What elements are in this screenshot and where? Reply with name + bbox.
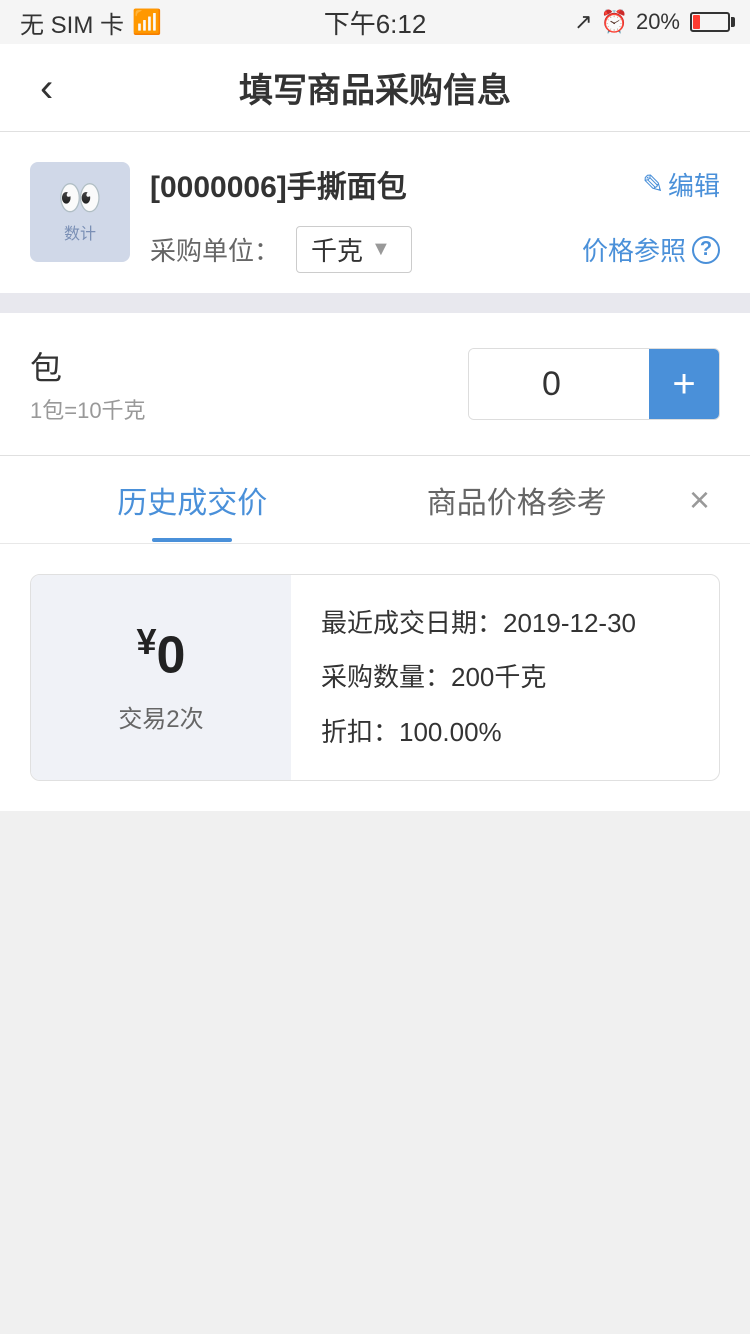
unit-selector[interactable]: 千克 ▼	[296, 226, 412, 273]
product-card: 👀 数计 [0000006]手撕面包 ✎ 编辑 采购单位： 千克 ▼ 价格参照	[0, 132, 750, 293]
bottom-panel: 历史成交价 商品价格参考 × ¥0 交易2次 最近成交日期：2019-12-30…	[0, 455, 750, 811]
purchase-unit-row: 采购单位： 千克 ▼ 价格参照 ?	[150, 226, 720, 273]
battery-fill	[693, 15, 700, 29]
product-name-row: [0000006]手撕面包 ✎ 编辑	[150, 162, 720, 206]
product-name: [0000006]手撕面包	[150, 162, 407, 206]
edit-icon: ✎	[642, 169, 664, 200]
battery-icon	[690, 12, 730, 32]
history-content: ¥0 交易2次 最近成交日期：2019-12-30 采购数量：200千克 折扣：…	[0, 544, 750, 811]
nav-bar: ‹ 填写商品采购信息	[0, 44, 750, 132]
history-card: ¥0 交易2次 最近成交日期：2019-12-30 采购数量：200千克 折扣：…	[30, 574, 720, 781]
edit-button[interactable]: ✎ 编辑	[642, 166, 720, 203]
quantity-input[interactable]	[469, 349, 649, 419]
quantity-input-group: +	[468, 348, 720, 420]
edit-label: 编辑	[668, 166, 720, 203]
price-symbol: ¥	[137, 621, 157, 662]
tab-bar: 历史成交价 商品价格参考 ×	[0, 456, 750, 544]
quantity-plus-button[interactable]: +	[649, 349, 719, 419]
unit-value: 千克	[311, 231, 363, 268]
history-qty-row: 采购数量：200千克	[321, 659, 689, 695]
qty-conversion: 1包=10千克	[30, 393, 146, 425]
quantity-row: 包 1包=10千克 +	[0, 313, 750, 455]
discount-value: 100.00%	[399, 717, 502, 747]
battery-percent: 20%	[636, 9, 680, 35]
quantity-left: 包 1包=10千克	[30, 343, 146, 425]
product-logo: 👀 数计	[30, 162, 130, 262]
close-panel-button[interactable]: ×	[679, 472, 720, 528]
qty-unit-label: 包	[30, 343, 146, 389]
status-left: 无 SIM 卡 📶	[20, 5, 162, 40]
wifi-icon: 📶	[132, 8, 162, 37]
tab-history[interactable]: 历史成交价	[30, 458, 354, 542]
alarm-icon: ⏰	[601, 9, 628, 35]
unit-label: 采购单位：	[150, 231, 280, 268]
product-id: [0000006]	[150, 171, 287, 204]
location-icon: ↗	[574, 9, 592, 35]
back-button[interactable]: ‹	[30, 58, 63, 118]
trade-count: 交易2次	[118, 699, 203, 734]
date-label: 最近成交日期：	[321, 608, 503, 638]
history-card-left: ¥0 交易2次	[31, 575, 291, 780]
section-divider	[0, 293, 750, 313]
unit-selector-arrow: ▼	[371, 238, 391, 261]
tab-price-ref-label: 商品价格参考	[427, 487, 607, 520]
page-title: 填写商品采购信息	[239, 63, 511, 112]
history-price: ¥0	[137, 621, 186, 685]
tab-price-ref[interactable]: 商品价格参考	[354, 458, 678, 542]
history-card-right: 最近成交日期：2019-12-30 采购数量：200千克 折扣：100.00%	[291, 575, 719, 780]
price-ref-icon: ?	[692, 236, 720, 264]
qty-label: 采购数量：	[321, 662, 451, 692]
status-time: 下午6:12	[324, 4, 427, 41]
price-value: 0	[157, 626, 186, 684]
price-ref-label: 价格参照	[582, 231, 686, 268]
product-info: [0000006]手撕面包 ✎ 编辑 采购单位： 千克 ▼ 价格参照 ?	[150, 162, 720, 273]
price-ref-button[interactable]: 价格参照 ?	[582, 231, 720, 268]
status-right: ↗ ⏰ 20%	[574, 9, 730, 35]
history-discount-row: 折扣：100.00%	[321, 714, 689, 750]
qty-value: 200千克	[451, 662, 546, 692]
purchase-unit-left: 采购单位： 千克 ▼	[150, 226, 412, 273]
date-value: 2019-12-30	[503, 608, 636, 638]
history-date-row: 最近成交日期：2019-12-30	[321, 605, 689, 641]
logo-text: 数计	[64, 220, 96, 244]
discount-label: 折扣：	[321, 717, 399, 747]
tab-active-underline	[152, 538, 232, 542]
sim-status: 无 SIM 卡	[20, 5, 124, 40]
tab-history-label: 历史成交价	[117, 487, 267, 520]
product-title: 手撕面包	[287, 171, 407, 204]
status-bar: 无 SIM 卡 📶 下午6:12 ↗ ⏰ 20%	[0, 0, 750, 44]
logo-eyes: 👀	[58, 180, 103, 216]
